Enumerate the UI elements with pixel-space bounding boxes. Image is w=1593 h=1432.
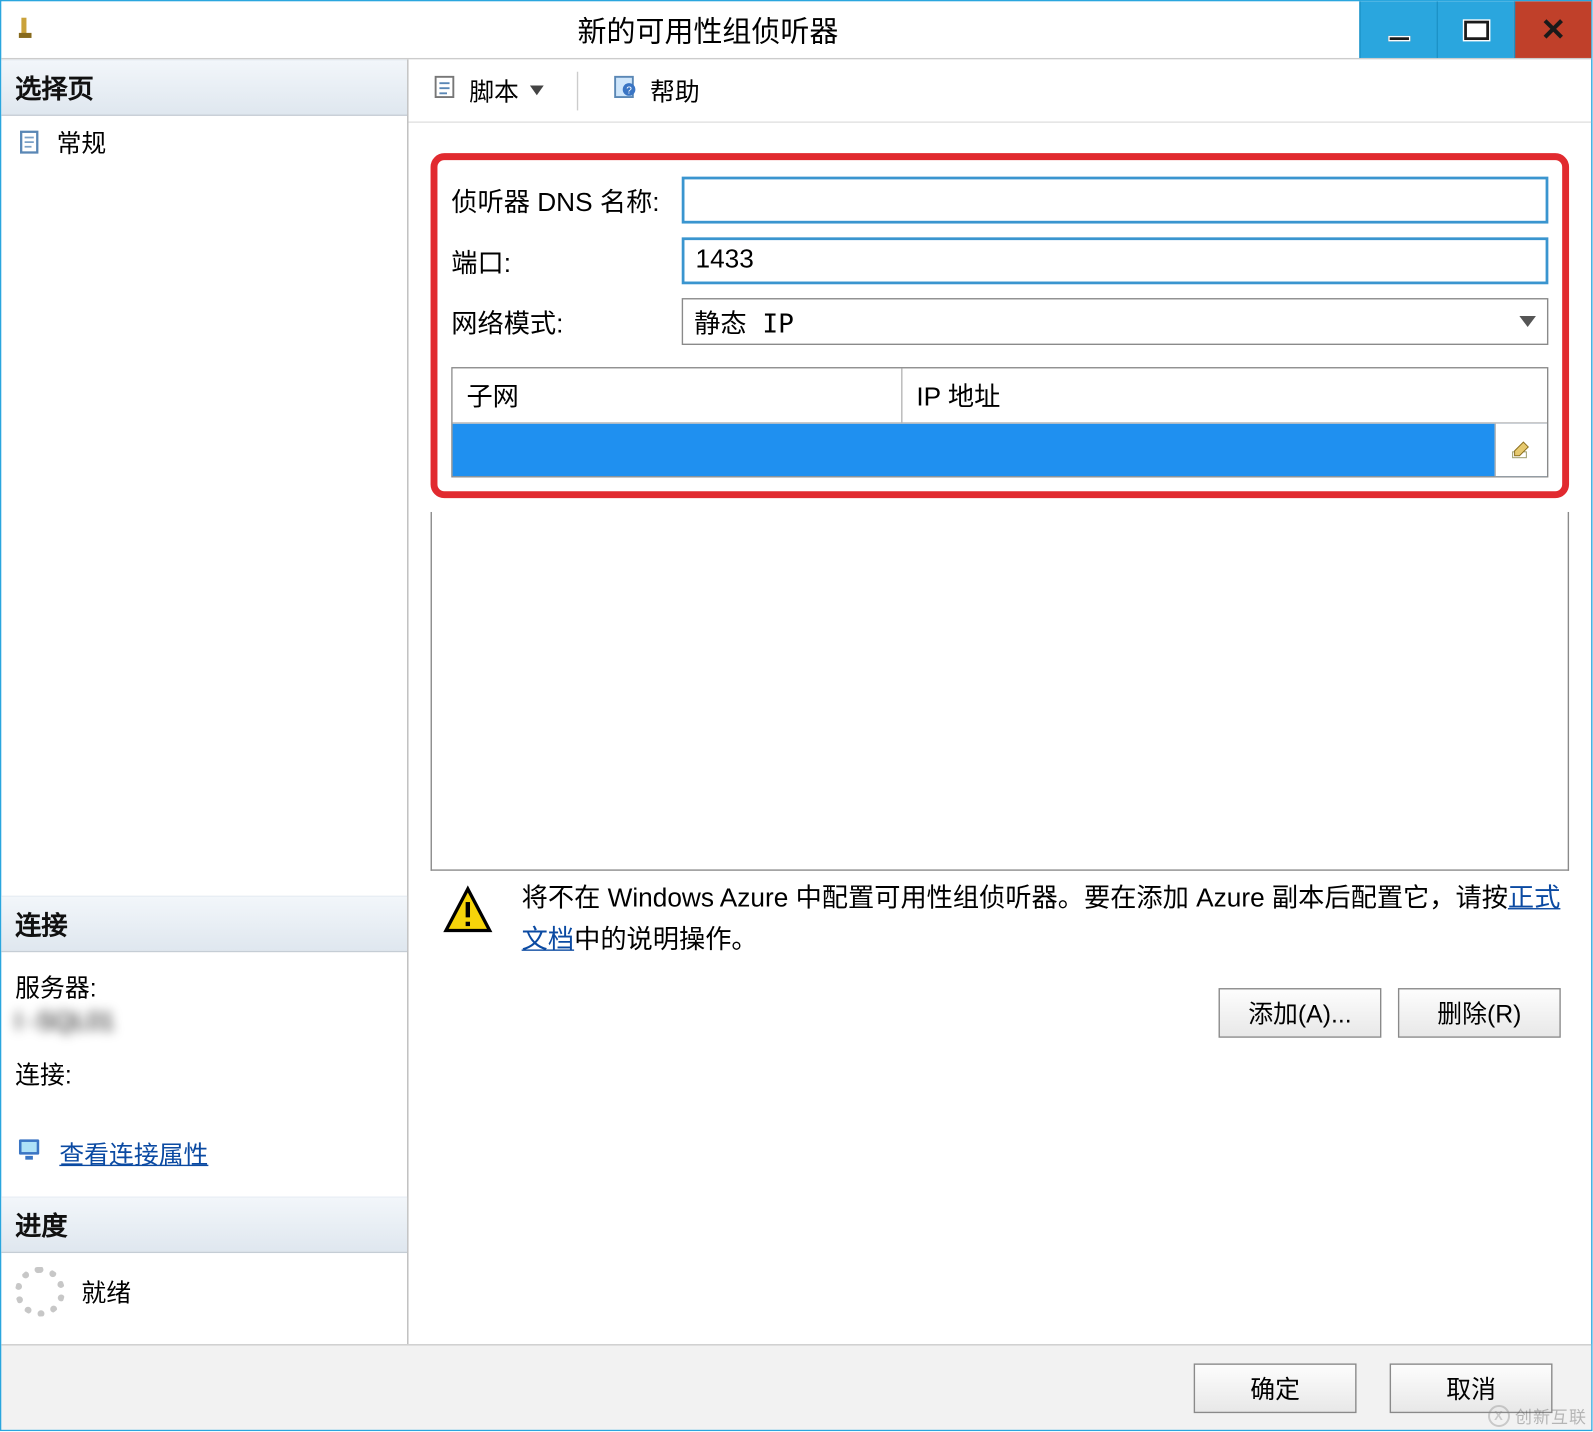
titlebar: 新的可用性组侦听器 ✕ <box>1 1 1591 59</box>
help-label: 帮助 <box>650 72 700 108</box>
ip-grid: 子网 IP 地址 <box>451 367 1548 477</box>
script-icon <box>431 72 461 109</box>
script-label: 脚本 <box>469 72 519 108</box>
cancel-button[interactable]: 取消 <box>1390 1363 1553 1413</box>
help-button[interactable]: ? 帮助 <box>603 66 708 114</box>
sidebar-item-label: 常规 <box>57 124 107 160</box>
spinner-icon <box>15 1267 65 1317</box>
warning-icon <box>442 879 494 951</box>
svg-text:?: ? <box>626 85 632 96</box>
netmode-select[interactable]: 静态 IP <box>682 298 1549 345</box>
chevron-down-icon <box>1519 316 1536 327</box>
dns-input[interactable] <box>682 177 1549 224</box>
app-icon <box>1 14 56 44</box>
close-button[interactable]: ✕ <box>1514 1 1591 58</box>
col-subnet[interactable]: 子网 <box>453 368 903 423</box>
cell-subnet <box>453 424 903 476</box>
warning-text: 将不在 Windows Azure 中配置可用性组侦听器。要在添加 Azure … <box>522 879 1564 963</box>
toolbar: 脚本 ? 帮助 <box>408 59 1591 122</box>
add-button[interactable]: 添加(A)... <box>1219 988 1382 1038</box>
server-label: 服务器: <box>15 960 393 1007</box>
netmode-value: 静态 IP <box>694 303 794 340</box>
server-value: I -SQL01 <box>15 1007 114 1047</box>
highlight-box: 侦听器 DNS 名称: 端口: 网络模式: 静态 IP <box>431 153 1570 498</box>
port-label: 端口: <box>451 242 665 279</box>
minimize-button[interactable] <box>1359 1 1436 58</box>
cell-edit-button[interactable] <box>1495 424 1547 476</box>
section-progress: 进度 <box>1 1196 407 1253</box>
progress-status: 就绪 <box>81 1274 131 1310</box>
cell-ip <box>903 424 1495 476</box>
sidebar: 选择页 常规 连接 服务器: I -SQL01 连接: <box>1 59 408 1344</box>
view-connection-properties[interactable]: 查看连接属性 <box>1 1126 407 1196</box>
dns-label: 侦听器 DNS 名称: <box>451 181 665 218</box>
help-icon: ? <box>611 72 641 109</box>
grid-row[interactable] <box>453 424 1547 476</box>
dialog-window: 新的可用性组侦听器 ✕ 选择页 常规 连接 服务器: I -SQL01 连接: <box>0 0 1593 1431</box>
monitor-icon <box>15 1134 45 1171</box>
view-connection-properties-link[interactable]: 查看连接属性 <box>59 1135 208 1171</box>
window-title: 新的可用性组侦听器 <box>57 9 1360 50</box>
grid-empty-area <box>431 512 1570 871</box>
section-select-page: 选择页 <box>1 59 407 116</box>
script-dropdown[interactable]: 脚本 <box>422 66 552 114</box>
page-icon <box>15 127 45 157</box>
warning-row: 将不在 Windows Azure 中配置可用性组侦听器。要在添加 Azure … <box>408 871 1591 974</box>
maximize-button[interactable] <box>1437 1 1514 58</box>
netmode-label: 网络模式: <box>451 303 665 340</box>
toolbar-divider <box>577 71 578 110</box>
port-input[interactable] <box>682 237 1549 284</box>
ok-button[interactable]: 确定 <box>1194 1363 1357 1413</box>
main-panel: 脚本 ? 帮助 侦听器 DNS 名称: <box>408 59 1591 1344</box>
remove-button[interactable]: 删除(R) <box>1398 988 1561 1038</box>
dialog-footer: 确定 取消 <box>1 1344 1591 1430</box>
col-ip[interactable]: IP 地址 <box>903 368 1547 423</box>
chevron-down-icon <box>530 86 544 96</box>
connection-label: 连接: <box>15 1047 393 1094</box>
sidebar-item-general[interactable]: 常规 <box>1 116 407 168</box>
section-connection: 连接 <box>1 896 407 953</box>
